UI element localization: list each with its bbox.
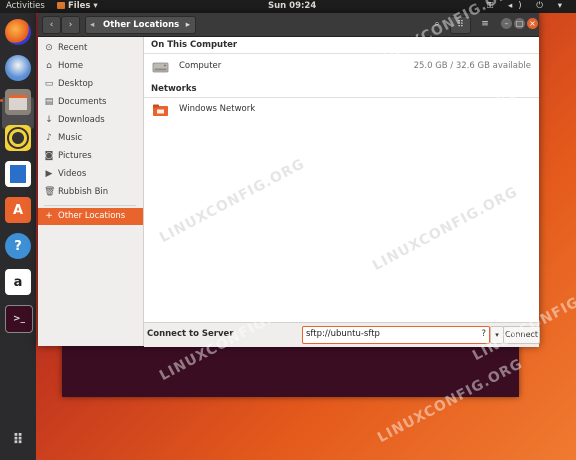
- server-address-input[interactable]: sftp://ubuntu-sftp ?: [302, 326, 490, 344]
- sidebar-item-home[interactable]: ⌂ Home: [38, 58, 143, 75]
- app-menu[interactable]: Files ▾: [57, 1, 98, 11]
- path-bar[interactable]: ◂ Other Locations ▸: [85, 16, 196, 34]
- menu-button[interactable]: ≡: [475, 16, 495, 32]
- location-row-computer[interactable]: Computer 25.0 GB / 32.6 GB available: [144, 57, 539, 77]
- sidebar-item-rubbish-bin[interactable]: 🗑 Rubbish Bin: [38, 184, 143, 201]
- path-left-chevron-icon[interactable]: ◂: [90, 17, 94, 33]
- home-icon: ⌂: [46, 61, 52, 71]
- desktop-icon: ▭: [44, 79, 54, 89]
- network-folder-icon: [152, 103, 169, 117]
- help-icon[interactable]: ?: [5, 233, 31, 259]
- connect-to-server-bar: Connect to Server sftp://ubuntu-sftp ? ▾…: [144, 322, 540, 347]
- drive-icon: [152, 60, 169, 74]
- show-apps-icon[interactable]: ⠿: [5, 427, 31, 453]
- writer-icon[interactable]: [5, 161, 31, 187]
- sidebar-item-label: Other Locations: [58, 211, 126, 221]
- location-label: Computer: [179, 61, 222, 71]
- sidebar-item-other-locations[interactable]: + Other Locations: [38, 208, 143, 225]
- help-icon[interactable]: ?: [481, 329, 486, 339]
- section-networks: Networks: [151, 84, 197, 94]
- sidebar-item-label: Pictures: [58, 151, 92, 161]
- videos-icon: ▶: [45, 169, 53, 179]
- close-button[interactable]: ×: [527, 18, 538, 29]
- location-label: Windows Network: [179, 104, 256, 114]
- path-right-chevron-icon[interactable]: ▸: [186, 17, 190, 33]
- plus-icon: +: [45, 211, 53, 221]
- files-icon[interactable]: [0, 89, 31, 115]
- app-menu-label: Files ▾: [68, 1, 98, 11]
- forward-button[interactable]: ›: [61, 16, 80, 34]
- sidebar-item-desktop[interactable]: ▭ Desktop: [38, 76, 143, 93]
- sidebar-item-label: Downloads: [58, 115, 105, 125]
- server-address-value: sftp://ubuntu-sftp: [306, 329, 380, 339]
- software-icon[interactable]: A: [5, 197, 31, 223]
- sidebar-item-downloads[interactable]: ↓ Downloads: [38, 112, 143, 129]
- background-window[interactable]: [62, 340, 519, 397]
- disk-usage: 25.0 GB / 32.6 GB available: [413, 61, 531, 71]
- sidebar-item-label: Music: [58, 133, 83, 143]
- sidebar-item-label: Rubbish Bin: [58, 187, 109, 197]
- files-app-icon: [57, 2, 65, 9]
- recent-icon: ⊙: [45, 43, 53, 53]
- sidebar-divider: [44, 205, 136, 206]
- sidebar-item-music[interactable]: ♪ Music: [38, 130, 143, 147]
- sidebar-item-label: Documents: [58, 97, 107, 107]
- clock[interactable]: Sun 09:24: [268, 1, 316, 11]
- maximize-button[interactable]: □: [514, 18, 525, 29]
- path-current-location[interactable]: Other Locations: [103, 17, 179, 33]
- sidebar-item-label: Recent: [58, 43, 88, 53]
- minimize-button[interactable]: –: [501, 18, 512, 29]
- music-icon: ♪: [46, 133, 52, 143]
- sidebar-item-documents[interactable]: ▤ Documents: [38, 94, 143, 111]
- dock: A ? a >_ ⠿: [0, 13, 36, 460]
- sidebar-item-recent[interactable]: ⊙ Recent: [38, 40, 143, 57]
- pictures-icon: ◙: [44, 151, 54, 161]
- separator: [144, 97, 539, 98]
- documents-icon: ▤: [44, 97, 54, 107]
- activities-button[interactable]: Activities: [6, 1, 45, 11]
- sidebar-item-videos[interactable]: ▶ Videos: [38, 166, 143, 183]
- locations-view: On This Computer Computer 25.0 GB / 32.6…: [144, 37, 539, 322]
- section-on-this-computer: On This Computer: [151, 40, 238, 50]
- separator: [144, 53, 539, 54]
- back-button[interactable]: ‹: [42, 16, 61, 34]
- trash-icon: 🗑: [44, 187, 56, 197]
- thunderbird-icon[interactable]: [5, 55, 31, 81]
- sidebar-item-label: Desktop: [58, 79, 94, 89]
- sidebar: ⊙ Recent ⌂ Home ▭ Desktop ▤ Documents ↓ Downl…: [38, 37, 144, 346]
- amazon-icon[interactable]: a: [5, 269, 31, 295]
- rhythmbox-icon[interactable]: [5, 125, 31, 151]
- firefox-icon[interactable]: [5, 19, 31, 45]
- downloads-icon: ↓: [45, 115, 53, 125]
- terminal-icon[interactable]: >_: [5, 305, 33, 333]
- sidebar-item-label: Home: [58, 61, 84, 71]
- sidebar-item-label: Videos: [58, 169, 87, 179]
- sidebar-item-pictures[interactable]: ◙ Pictures: [38, 148, 143, 165]
